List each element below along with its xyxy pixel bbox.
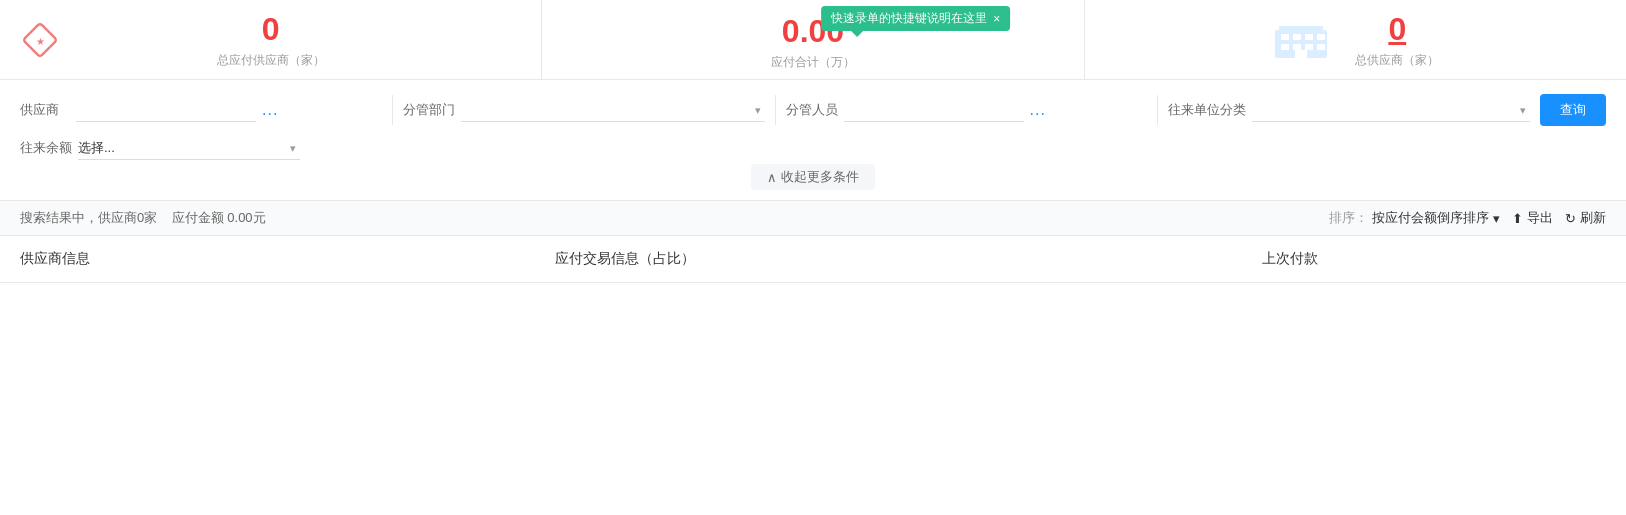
sort-prefix-text: 排序： bbox=[1329, 209, 1368, 227]
results-bar: 搜索结果中，供应商0家 应付金额 0.00元 排序： 按应付会额倒序排序 ▾ ⬆… bbox=[0, 201, 1626, 236]
table-body bbox=[0, 283, 1626, 515]
export-button[interactable]: ⬆ 导出 bbox=[1512, 209, 1553, 227]
supplier-input[interactable] bbox=[76, 98, 256, 122]
unit-class-select[interactable] bbox=[1252, 98, 1530, 122]
results-amount: 应付金额 0.00元 bbox=[172, 210, 266, 225]
tooltip-close-btn[interactable]: × bbox=[993, 12, 1000, 26]
sort-label: 按应付会额倒序排序 bbox=[1372, 209, 1489, 227]
balance-select[interactable]: 选择... bbox=[78, 136, 300, 160]
export-icon: ⬆ bbox=[1512, 211, 1523, 226]
svg-rect-15 bbox=[1281, 44, 1289, 50]
results-actions: 排序： 按应付会额倒序排序 ▾ ⬆ 导出 ↻ 刷新 bbox=[1329, 209, 1606, 227]
table-col-transaction-info: 应付交易信息（占比） bbox=[555, 250, 1242, 268]
svg-rect-14 bbox=[1317, 34, 1325, 40]
divider-2 bbox=[775, 95, 776, 125]
person-label: 分管人员 bbox=[786, 101, 838, 119]
results-summary: 搜索结果中，供应商0家 应付金额 0.00元 bbox=[20, 209, 266, 227]
svg-rect-18 bbox=[1317, 44, 1325, 50]
table-header: 供应商信息 应付交易信息（占比） 上次付款 bbox=[0, 236, 1626, 283]
balance-filter: 往来余额 选择... ▾ bbox=[20, 136, 300, 160]
unit-class-filter: 往来单位分类 ▾ bbox=[1168, 98, 1530, 122]
refresh-icon: ↻ bbox=[1565, 211, 1576, 226]
svg-rect-13 bbox=[1305, 34, 1313, 40]
payable-suppliers-label: 总应付供应商（家） bbox=[217, 52, 325, 69]
collapse-up-icon: ∧ bbox=[767, 170, 777, 185]
payable-total-label: 应付合计（万） bbox=[771, 54, 855, 71]
export-label: 导出 bbox=[1527, 209, 1553, 227]
collapse-btn[interactable]: ∧ 收起更多条件 bbox=[751, 164, 875, 190]
results-text: 搜索结果中，供应商0家 bbox=[20, 210, 157, 225]
person-filter: 分管人员 ... bbox=[786, 98, 1148, 122]
divider-1 bbox=[392, 95, 393, 125]
total-suppliers-number: 0 bbox=[1388, 10, 1406, 48]
collapse-label: 收起更多条件 bbox=[781, 168, 859, 186]
refresh-label: 刷新 bbox=[1580, 209, 1606, 227]
tooltip-text: 快速录单的快捷键说明在这里 bbox=[831, 10, 987, 27]
supplier-dots-btn[interactable]: ... bbox=[262, 101, 278, 119]
balance-label: 往来余额 bbox=[20, 139, 72, 157]
divider-3 bbox=[1157, 95, 1158, 125]
svg-rect-11 bbox=[1281, 34, 1289, 40]
svg-rect-19 bbox=[1295, 50, 1307, 58]
filter-bar: 供应商 ... 分管部门 ▾ 分管人员 ... 往来单位分类 ▾ bbox=[0, 80, 1626, 201]
stat-total-payable-suppliers: ★ 0 总应付供应商（家） bbox=[0, 0, 542, 79]
table-col-last-payment: 上次付款 bbox=[1262, 250, 1606, 268]
supplier-label: 供应商 bbox=[20, 101, 70, 119]
total-suppliers-label: 总供应商（家） bbox=[1355, 52, 1439, 69]
dept-select[interactable] bbox=[461, 98, 765, 122]
sort-chevron-icon: ▾ bbox=[1493, 211, 1500, 226]
person-dots-btn[interactable]: ... bbox=[1030, 101, 1046, 119]
svg-rect-16 bbox=[1293, 44, 1301, 50]
person-input[interactable] bbox=[844, 98, 1024, 122]
stat-total-suppliers: 0 总供应商（家） bbox=[1085, 0, 1626, 79]
dept-filter: 分管部门 ▾ bbox=[403, 98, 765, 122]
svg-rect-17 bbox=[1305, 44, 1313, 50]
sort-button[interactable]: 排序： 按应付会额倒序排序 ▾ bbox=[1329, 209, 1500, 227]
search-button[interactable]: 查询 bbox=[1540, 94, 1606, 126]
refresh-button[interactable]: ↻ 刷新 bbox=[1565, 209, 1606, 227]
unit-class-label: 往来单位分类 bbox=[1168, 101, 1246, 119]
svg-rect-12 bbox=[1293, 34, 1301, 40]
diamond-icon: ★ bbox=[20, 20, 60, 60]
svg-text:★: ★ bbox=[36, 36, 45, 47]
tooltip-bubble: 快速录单的快捷键说明在这里 × bbox=[821, 6, 1010, 31]
stat-payable-total: 快速录单的快捷键说明在这里 × 0.00 应付合计（万） bbox=[542, 0, 1084, 79]
payable-suppliers-number: 0 bbox=[262, 10, 280, 48]
unit-class-select-wrapper[interactable]: ▾ bbox=[1252, 98, 1530, 122]
balance-select-wrapper[interactable]: 选择... ▾ bbox=[78, 136, 300, 160]
svg-rect-10 bbox=[1279, 26, 1323, 32]
dept-label: 分管部门 bbox=[403, 101, 455, 119]
dept-select-wrapper[interactable]: ▾ bbox=[461, 98, 765, 122]
supplier-filter: 供应商 ... bbox=[20, 98, 382, 122]
building-icon bbox=[1271, 20, 1331, 60]
table-col-supplier-info: 供应商信息 bbox=[20, 250, 535, 268]
